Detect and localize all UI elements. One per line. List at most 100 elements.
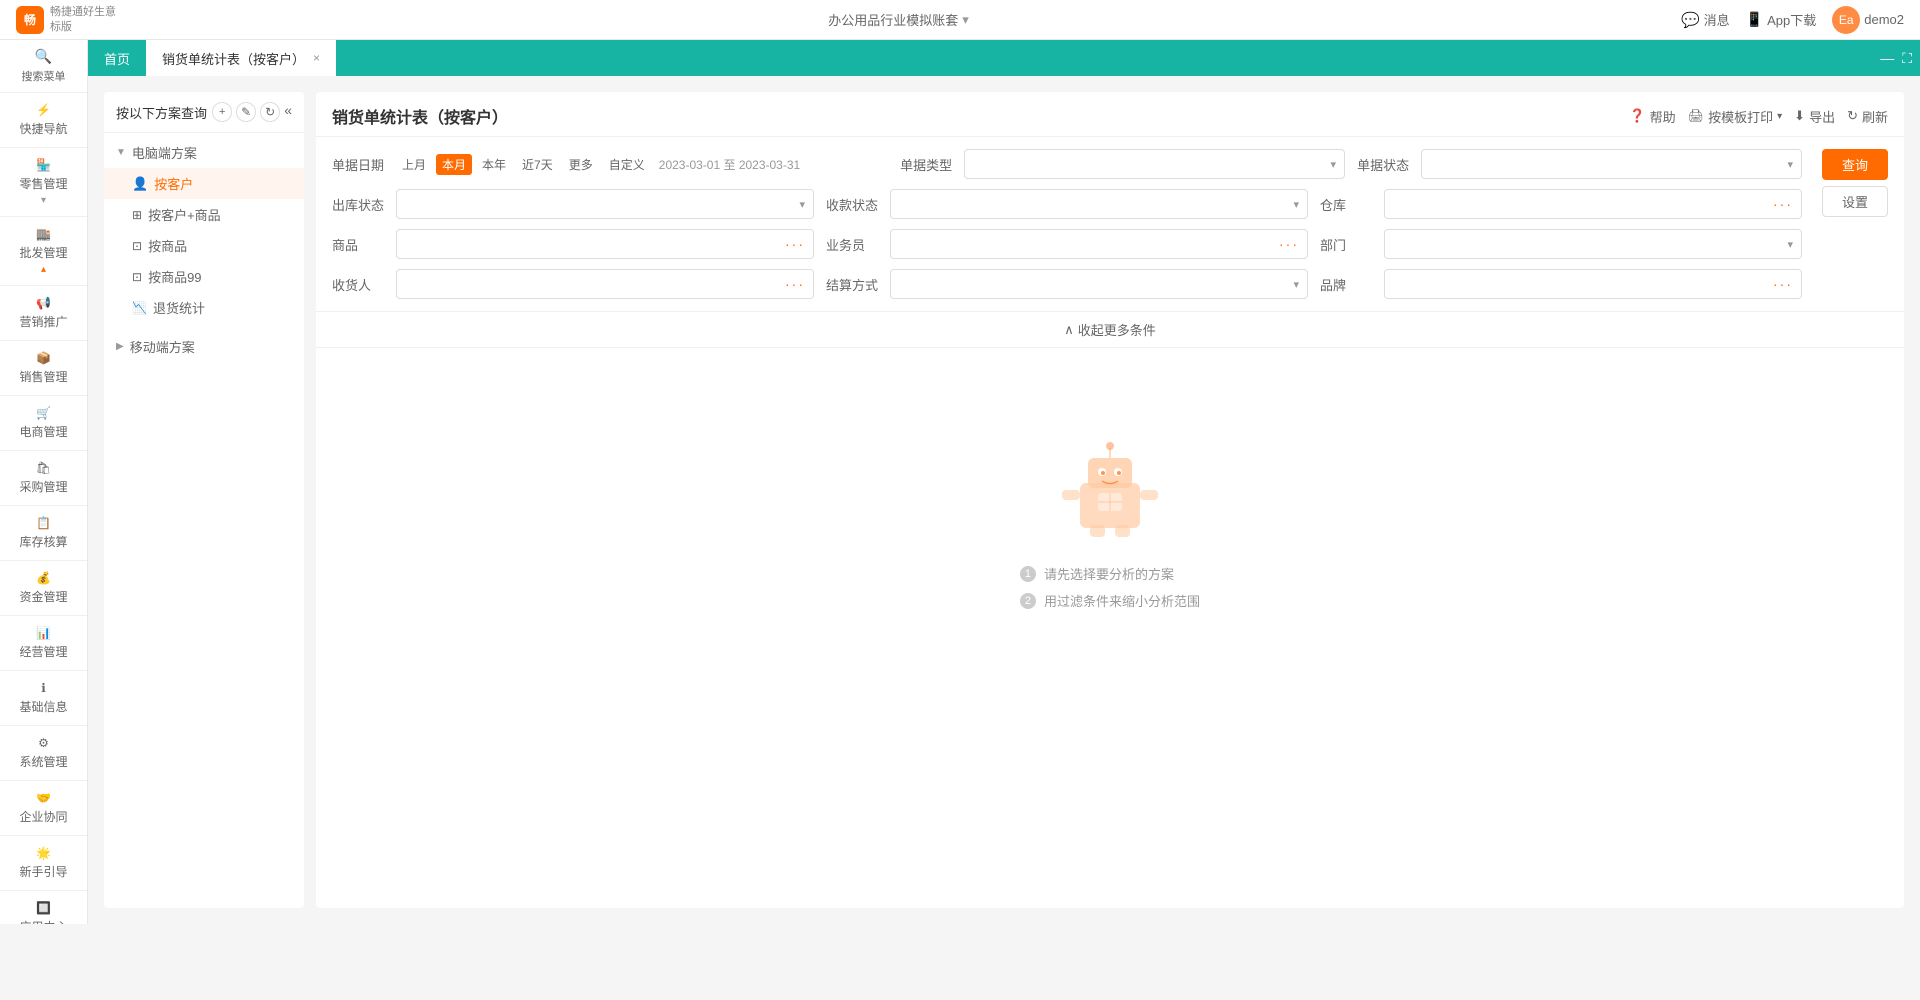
- customer-goods-icon: ⊞: [132, 208, 142, 222]
- doctype-select[interactable]: ▾: [964, 149, 1345, 179]
- settlement-select[interactable]: ▾: [890, 269, 1308, 299]
- warehouse-input[interactable]: ···: [1384, 189, 1802, 219]
- department-select[interactable]: ▾: [1384, 229, 1802, 259]
- scheme-title: 按以下方案查询: [116, 103, 207, 122]
- scheme-return-stat[interactable]: 📉 退货统计: [104, 292, 304, 323]
- sidebar-item-retail[interactable]: 🏪 零售管理 ▾: [0, 148, 87, 217]
- logo-icon: 畅: [16, 6, 44, 34]
- help-icon: ❓: [1629, 108, 1645, 124]
- header-right: 💬 消息 📱 App下载 Ea demo2: [1681, 6, 1904, 34]
- tab-sales-stat[interactable]: 销货单统计表（按客户） ×: [146, 40, 336, 76]
- sidebar-item-ecommerce[interactable]: 🛒 电商管理: [0, 396, 87, 451]
- mobile-group-header[interactable]: ▶ 移动端方案: [104, 331, 304, 362]
- sidebar-item-inventory[interactable]: 📋 库存核算: [0, 506, 87, 561]
- filter-rows-wrapper: 单据日期 上月 本月 本年 近7天 更多 自定义 20: [332, 149, 1888, 299]
- sidebar-item-operation[interactable]: 📊 经营管理: [0, 616, 87, 671]
- last-month-button[interactable]: 上月: [396, 154, 432, 175]
- fullscreen-icon[interactable]: ⛶: [1902, 50, 1912, 67]
- query-button[interactable]: 查询: [1822, 149, 1888, 180]
- page-title-bar: 销货单统计表（按客户） ❓ 帮助 🖨 按模板打印 ▾ ⬇ 导出 ↻ 刷新: [316, 92, 1904, 137]
- this-month-button[interactable]: 本月: [436, 154, 472, 175]
- purchase-icon: 🛍: [36, 461, 51, 475]
- minimize-icon[interactable]: —: [1880, 50, 1894, 66]
- filter-consignee: 收货人 ···: [332, 269, 814, 299]
- salesperson-label: 业务员: [826, 235, 882, 254]
- custom-date-button[interactable]: 自定义: [603, 154, 651, 175]
- tab-home[interactable]: 首页: [88, 40, 146, 76]
- empty-state: 1 请先选择要分析的方案 2 用过滤条件来缩小分析范围: [316, 348, 1904, 690]
- download-icon: 📱: [1746, 11, 1763, 28]
- last7days-button[interactable]: 近7天: [516, 154, 559, 175]
- template-print-button[interactable]: 🖨 按模板打印 ▾: [1688, 107, 1783, 126]
- refresh-button[interactable]: ↻ 刷新: [1847, 107, 1888, 126]
- sidebar-item-marketing[interactable]: 📢 营销推广: [0, 286, 87, 341]
- this-year-button[interactable]: 本年: [476, 154, 512, 175]
- sidebar-item-wholesale[interactable]: 🏬 批发管理 ▴: [0, 217, 87, 286]
- sidebar-item-sales[interactable]: 📦 销售管理: [0, 341, 87, 396]
- salesperson-input[interactable]: ···: [890, 229, 1308, 259]
- sidebar-item-newbie[interactable]: 🌟 新手引导: [0, 836, 87, 891]
- scheme-actions: + ✎ ↻ «: [212, 102, 292, 122]
- receiptstatus-dropdown-icon: ▾: [1293, 198, 1299, 211]
- apps-icon: 🔲: [36, 901, 51, 915]
- filter-salesperson: 业务员 ···: [826, 229, 1308, 259]
- help-button[interactable]: ❓ 帮助: [1629, 107, 1675, 126]
- sidebar-search[interactable]: 🔍 搜索菜单: [0, 40, 87, 93]
- scheme-by-goods-99[interactable]: ⊡ 按商品99: [104, 261, 304, 292]
- edit-scheme-button[interactable]: ✎: [236, 102, 256, 122]
- tab-close-icon[interactable]: ×: [313, 51, 320, 65]
- goods-input[interactable]: ···: [396, 229, 814, 259]
- app-download-button[interactable]: 📱 App下载: [1746, 10, 1817, 29]
- refresh-scheme-button[interactable]: ↻: [260, 102, 280, 122]
- dropdown-arrow-icon[interactable]: ▾: [962, 12, 969, 28]
- sidebar-item-purchase[interactable]: 🛍 采购管理: [0, 451, 87, 506]
- docstatus-dropdown-icon: ▾: [1787, 158, 1793, 171]
- setting-button[interactable]: 设置: [1822, 186, 1888, 217]
- date-range-text: 2023-03-01 至 2023-03-31: [659, 156, 800, 173]
- export-button[interactable]: ⬇ 导出: [1794, 107, 1835, 126]
- date-filter-control: 上月 本月 本年 近7天 更多 自定义 2023-03-01 至 2023-03…: [396, 154, 888, 175]
- receiptstatus-select[interactable]: ▾: [890, 189, 1308, 219]
- desktop-group-header[interactable]: ▼ 电脑端方案: [104, 137, 304, 168]
- system-icon: ⚙: [38, 736, 49, 750]
- outstatus-select[interactable]: ▾: [396, 189, 814, 219]
- sidebar-item-system[interactable]: ⚙ 系统管理: [0, 726, 87, 781]
- department-dropdown-icon: ▾: [1787, 238, 1793, 251]
- mobile-group-arrow-icon: ▶: [116, 341, 124, 352]
- sidebar-item-finance[interactable]: 💰 资金管理: [0, 561, 87, 616]
- ecommerce-icon: 🛒: [36, 406, 51, 420]
- filter-brand: 品牌 ···: [1320, 269, 1802, 299]
- scheme-by-goods[interactable]: ⊡ 按商品: [104, 230, 304, 261]
- sidebar-item-cooperation[interactable]: 🤝 企业协同: [0, 781, 87, 836]
- doctype-label: 单据类型: [900, 155, 956, 174]
- consignee-dots-icon: ···: [785, 276, 805, 292]
- consignee-input[interactable]: ···: [396, 269, 814, 299]
- empty-tip-2: 2 用过滤条件来缩小分析范围: [1020, 591, 1200, 610]
- message-button[interactable]: 💬 消息: [1681, 10, 1730, 29]
- collapse-conditions-button[interactable]: ∧ 收起更多条件: [316, 312, 1904, 348]
- quicknav-icon: ⚡: [36, 103, 51, 117]
- scheme-by-customer[interactable]: 👤 按客户: [104, 168, 304, 199]
- cooperation-icon: 🤝: [36, 791, 51, 805]
- newbie-icon: 🌟: [36, 846, 51, 860]
- more-date-button[interactable]: 更多: [563, 154, 599, 175]
- user-profile-button[interactable]: Ea demo2: [1832, 6, 1904, 34]
- filter-action-buttons: 查询 设置: [1822, 149, 1888, 217]
- add-scheme-button[interactable]: +: [212, 102, 232, 122]
- wholesale-icon: 🏬: [36, 227, 51, 241]
- sidebar-item-quicknav[interactable]: ⚡ 快捷导航: [0, 93, 87, 148]
- logo-text: 畅捷通好生意 标版: [50, 5, 116, 34]
- docstatus-label: 单据状态: [1357, 155, 1413, 174]
- brand-input[interactable]: ···: [1384, 269, 1802, 299]
- mobile-scheme-group: ▶ 移动端方案: [104, 327, 304, 366]
- department-label: 部门: [1320, 235, 1376, 254]
- scheme-by-customer-goods[interactable]: ⊞ 按客户+商品: [104, 199, 304, 230]
- tab-bar: 首页 销货单统计表（按客户） × — ⛶: [88, 40, 1920, 76]
- main-content: 按以下方案查询 + ✎ ↻ « ▼ 电脑端方案: [88, 76, 1920, 924]
- sidebar-item-apps[interactable]: 🔲 应用中心: [0, 891, 87, 924]
- collapse-scheme-button[interactable]: «: [284, 102, 292, 122]
- docstatus-select[interactable]: ▾: [1421, 149, 1802, 179]
- refresh-icon: ↻: [1847, 108, 1858, 124]
- sidebar-item-basic[interactable]: ℹ 基础信息: [0, 671, 87, 726]
- goods-label: 商品: [332, 235, 388, 254]
